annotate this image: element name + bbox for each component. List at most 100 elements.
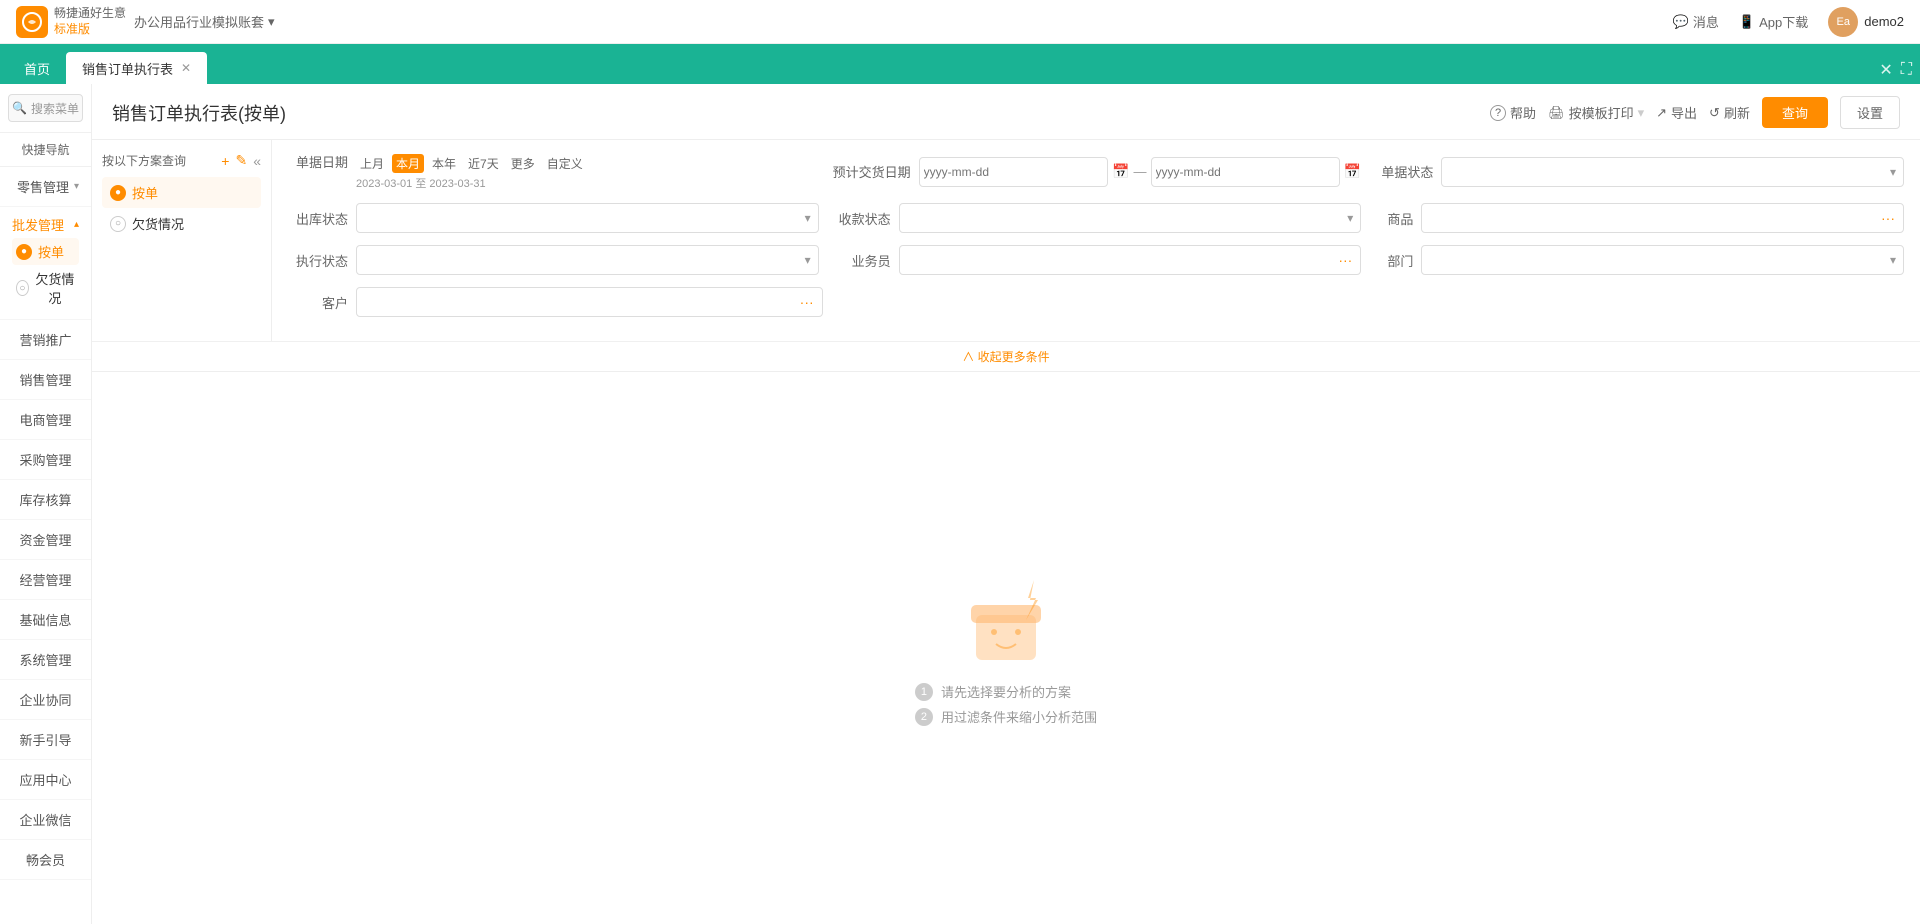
date-current-month-btn[interactable]: 本月 <box>392 154 424 173</box>
refresh-button[interactable]: ↺ 刷新 <box>1709 103 1750 122</box>
date-more-btn[interactable]: 更多 <box>507 154 539 173</box>
query-button[interactable]: 查询 <box>1762 97 1828 128</box>
app-download-action[interactable]: 📱 App下载 <box>1739 12 1808 31</box>
billing-status-label: 单据状态 <box>1373 162 1433 181</box>
scheme-actions: + ✎ « <box>221 152 261 169</box>
expected-delivery-to-input[interactable] <box>1151 157 1340 187</box>
date-last-month-btn[interactable]: 上月 <box>356 154 388 173</box>
payment-status-select[interactable] <box>899 203 1362 233</box>
date-current-year-btn[interactable]: 本年 <box>428 154 460 173</box>
tab-home[interactable]: 首页 <box>8 52 66 84</box>
billing-date-field: 单据日期 上月 本月 本年 近7天 更多 自定义 20 <box>288 152 819 191</box>
filter-scheme-panel: 按以下方案查询 + ✎ « ● 按单 ○ 欠货情况 <box>92 140 272 341</box>
close-tab-icon[interactable]: ✕ <box>181 61 191 75</box>
payment-status-field: 收款状态 ▾ <box>831 203 1362 233</box>
collapse-conditions-bar[interactable]: ∧ 收起更多条件 <box>92 341 1920 371</box>
sidebar-item-basic[interactable]: 基础信息 <box>0 600 91 640</box>
chevron-right-icon: ▾ <box>74 181 79 192</box>
empty-svg <box>956 570 1056 670</box>
scheme-active-icon: ● <box>110 185 126 201</box>
date-custom-btn[interactable]: 自定义 <box>543 154 587 173</box>
sidebar-item-wholesale[interactable]: 批发管理 ▴ ● 按单 ○ 欠货情况 <box>0 207 91 320</box>
customer-field: 客户 ··· <box>288 287 823 317</box>
print-icon: 🖨 <box>1548 105 1565 121</box>
goods-label: 商品 <box>1373 209 1413 228</box>
goods-more-icon[interactable]: ··· <box>1881 210 1895 226</box>
filter-panel: 按以下方案查询 + ✎ « ● 按单 ○ 欠货情况 <box>92 140 1920 372</box>
settings-button[interactable]: 设置 <box>1840 96 1900 129</box>
sidebar-item-quick-nav[interactable]: 快捷导航 <box>0 133 91 167</box>
calendar-from-icon[interactable]: 📅 <box>1112 163 1129 180</box>
user-profile[interactable]: Ea demo2 <box>1828 7 1904 37</box>
sidebar-item-newbie[interactable]: 新手引导 <box>0 720 91 760</box>
sidebar-item-ecommerce[interactable]: 电商管理 <box>0 400 91 440</box>
tip-number-1: 1 <box>915 683 933 701</box>
minimize-icon[interactable]: ✕ <box>1879 60 1892 80</box>
search-menu-button[interactable]: 🔍 搜索菜单 <box>8 94 83 122</box>
home-tab-label: 首页 <box>24 59 50 78</box>
expected-delivery-from-input[interactable] <box>919 157 1108 187</box>
edit-scheme-icon[interactable]: ✎ <box>235 152 247 169</box>
date-last-7-days-btn[interactable]: 近7天 <box>464 154 503 173</box>
scheme-header: 按以下方案查询 + ✎ « <box>102 152 261 169</box>
collapse-scheme-icon[interactable]: « <box>253 153 261 169</box>
sidebar-sub-item-press-order[interactable]: ● 按单 <box>12 238 79 265</box>
add-scheme-icon[interactable]: + <box>221 153 229 169</box>
filter-row-3: 执行状态 ▾ 业务员 <box>288 245 1904 275</box>
sidebar-sub-item-debt[interactable]: ○ 欠货情况 <box>12 265 79 311</box>
maximize-icon[interactable]: ⛶ <box>1901 61 1912 79</box>
print-button[interactable]: 🖨 按模板打印 ▾ <box>1548 103 1644 122</box>
collapse-icon: ∧ <box>962 350 977 364</box>
sidebar-item-operations[interactable]: 经营管理 <box>0 560 91 600</box>
date-range-text: 2023-03-01 至 2023-03-31 <box>356 175 819 191</box>
logo-icon <box>16 6 48 38</box>
salesperson-more-icon[interactable]: ··· <box>1338 252 1352 268</box>
breadcrumb: 办公用品行业模拟账套 ▾ <box>134 12 275 31</box>
search-icon: 🔍 <box>12 101 27 115</box>
empty-tip-2: 2 用过滤条件来缩小分析范围 <box>915 707 1097 726</box>
page-actions: ? 帮助 🖨 按模板打印 ▾ ↗ 导出 ↺ 刷新 查询 设置 <box>1490 96 1900 129</box>
sidebar-item-system[interactable]: 系统管理 <box>0 640 91 680</box>
outstock-status-select[interactable] <box>356 203 819 233</box>
message-action[interactable]: 💬 消息 <box>1673 12 1719 31</box>
salesperson-label: 业务员 <box>831 251 891 270</box>
user-name: demo2 <box>1864 14 1904 29</box>
exec-status-select[interactable] <box>356 245 819 275</box>
date-quick-buttons: 上月 本月 本年 近7天 更多 自定义 <box>356 154 819 173</box>
sidebar-item-apps[interactable]: 应用中心 <box>0 760 91 800</box>
top-header: 畅捷通好生意 标准版 办公用品行业模拟账套 ▾ 💬 消息 📱 App下载 Ea … <box>0 0 1920 44</box>
expected-delivery-field: 预计交货日期 📅 — 📅 <box>831 157 1362 187</box>
sidebar-item-member[interactable]: 畅会员 <box>0 840 91 880</box>
tab-sales-order[interactable]: 销售订单执行表 ✕ <box>66 52 207 84</box>
sidebar-item-finance[interactable]: 资金管理 <box>0 520 91 560</box>
message-icon: 💬 <box>1673 14 1689 30</box>
sidebar-item-purchase[interactable]: 采购管理 <box>0 440 91 480</box>
customer-more-icon[interactable]: ··· <box>800 294 814 310</box>
goods-field: 商品 ··· <box>1373 203 1904 233</box>
scheme-item-press-order[interactable]: ● 按单 <box>102 177 261 208</box>
sidebar-item-enterprise[interactable]: 企业协同 <box>0 680 91 720</box>
nav-tab-actions: ✕ ⛶ <box>1879 60 1912 84</box>
salesperson-field: 业务员 ··· <box>831 245 1362 275</box>
sidebar-item-marketing[interactable]: 营销推广 <box>0 320 91 360</box>
scheme-item-debt[interactable]: ○ 欠货情况 <box>102 208 261 239</box>
billing-status-select[interactable] <box>1441 157 1904 187</box>
sidebar-item-inventory[interactable]: 库存核算 <box>0 480 91 520</box>
sidebar-item-wechat[interactable]: 企业微信 <box>0 800 91 840</box>
billing-date-label: 单据日期 <box>288 152 348 171</box>
department-select[interactable] <box>1421 245 1904 275</box>
export-button[interactable]: ↗ 导出 <box>1656 103 1697 122</box>
calendar-to-icon[interactable]: 📅 <box>1344 163 1361 180</box>
outstock-status-field: 出库状态 ▾ <box>288 203 819 233</box>
page-header: 销售订单执行表(按单) ? 帮助 🖨 按模板打印 ▾ ↗ 导出 ↺ 刷新 <box>92 84 1920 140</box>
breadcrumb-arrow-icon[interactable]: ▾ <box>268 14 275 30</box>
help-button[interactable]: ? 帮助 <box>1490 103 1536 122</box>
sidebar-item-retail[interactable]: 零售管理 ▾ <box>0 167 91 207</box>
outstock-status-label: 出库状态 <box>288 209 348 228</box>
main-layout: 🔍 搜索菜单 快捷导航 零售管理 ▾ 批发管理 ▴ ● 按单 ○ <box>0 84 1920 924</box>
app-download-icon: 📱 <box>1739 14 1755 30</box>
nav-tabs: 首页 销售订单执行表 ✕ ✕ ⛶ <box>0 44 1920 84</box>
sidebar-item-sales[interactable]: 销售管理 <box>0 360 91 400</box>
empty-tips: 1 请先选择要分析的方案 2 用过滤条件来缩小分析范围 <box>915 682 1097 726</box>
page-title: 销售订单执行表(按单) <box>112 100 286 126</box>
